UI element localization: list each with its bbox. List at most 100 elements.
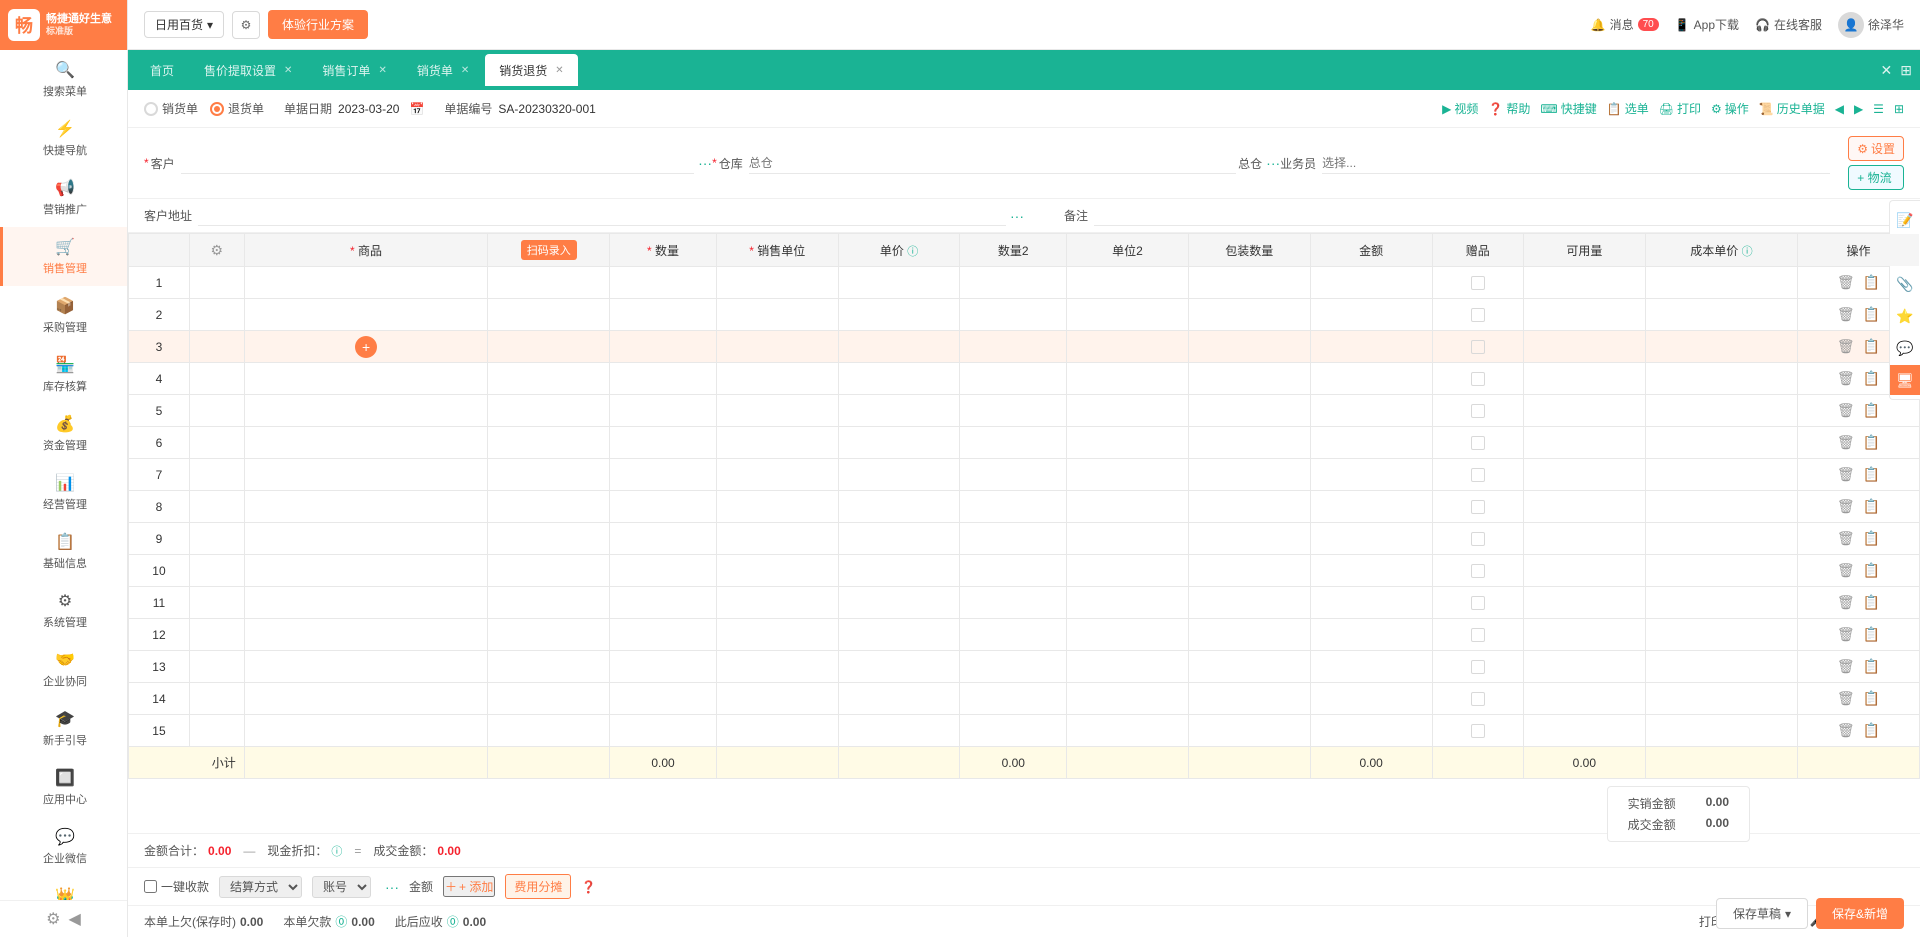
- row-pack-qty[interactable]: [1188, 427, 1310, 459]
- row-unit2[interactable]: [1067, 459, 1189, 491]
- row-unit2[interactable]: [1067, 555, 1189, 587]
- row-unit[interactable]: [716, 299, 838, 331]
- product-input[interactable]: [251, 372, 482, 386]
- gift-checkbox[interactable]: [1471, 404, 1485, 418]
- delete-icon[interactable]: 🗑: [1837, 306, 1855, 323]
- row-amount[interactable]: [1310, 331, 1432, 363]
- row-price[interactable]: [838, 331, 960, 363]
- row-pack-qty[interactable]: [1188, 395, 1310, 427]
- row-gift[interactable]: [1432, 587, 1523, 619]
- row-unit[interactable]: [716, 331, 838, 363]
- row-price[interactable]: [838, 267, 960, 299]
- row-cost-price[interactable]: [1645, 491, 1797, 523]
- sidebar-item-member[interactable]: 👑 畅会员: [0, 876, 127, 900]
- copy-icon[interactable]: 📋: [1863, 562, 1880, 579]
- row-price[interactable]: [838, 299, 960, 331]
- right-tool-note[interactable]: 📝: [1890, 205, 1920, 235]
- row-qty[interactable]: [610, 363, 717, 395]
- row-qty[interactable]: [610, 555, 717, 587]
- settlement-method-select[interactable]: 结算方式: [219, 876, 302, 898]
- row-qty[interactable]: [610, 299, 717, 331]
- sidebar-item-sales[interactable]: 🛒 销售管理: [0, 227, 127, 286]
- delete-icon[interactable]: 🗑: [1837, 658, 1855, 675]
- tab-home[interactable]: 首页: [136, 54, 188, 86]
- row-qty[interactable]: [610, 683, 717, 715]
- delete-icon[interactable]: 🗑: [1837, 562, 1855, 579]
- row-qty[interactable]: [610, 331, 717, 363]
- row-product[interactable]: [244, 491, 488, 523]
- row-gift[interactable]: [1432, 715, 1523, 747]
- window-close-icon[interactable]: ✕: [1881, 62, 1893, 79]
- delete-icon[interactable]: 🗑: [1837, 626, 1855, 643]
- row-product[interactable]: [244, 267, 488, 299]
- row-qty[interactable]: [610, 491, 717, 523]
- row-cost-price[interactable]: [1645, 619, 1797, 651]
- row-unit2[interactable]: [1067, 715, 1189, 747]
- row-qty[interactable]: [610, 395, 717, 427]
- row-amount[interactable]: [1310, 523, 1432, 555]
- nav-prev-icon[interactable]: ◀: [1835, 102, 1844, 116]
- app-download-btn[interactable]: 📱 App下载: [1675, 16, 1739, 33]
- delete-icon[interactable]: 🗑: [1837, 690, 1855, 707]
- row-amount[interactable]: [1310, 459, 1432, 491]
- row-qty2[interactable]: [960, 587, 1067, 619]
- product-input[interactable]: [251, 628, 482, 642]
- gift-checkbox[interactable]: [1471, 724, 1485, 738]
- row-qty2[interactable]: [960, 299, 1067, 331]
- row-available[interactable]: [1523, 459, 1645, 491]
- tab-sale-settings[interactable]: 售价提取设置 ✕: [190, 54, 306, 86]
- row-cost-price[interactable]: [1645, 427, 1797, 459]
- row-gift[interactable]: [1432, 299, 1523, 331]
- row-pack-qty[interactable]: [1188, 715, 1310, 747]
- delete-icon[interactable]: 🗑: [1837, 402, 1855, 419]
- settings-button[interactable]: ⚙ 设置: [1848, 136, 1904, 161]
- staff-input[interactable]: [1322, 153, 1830, 174]
- view-list-icon[interactable]: ☰: [1873, 102, 1884, 116]
- gear-icon[interactable]: ⚙: [211, 242, 224, 258]
- row-qty[interactable]: [610, 651, 717, 683]
- gift-checkbox[interactable]: [1471, 500, 1485, 514]
- gift-checkbox[interactable]: [1471, 660, 1485, 674]
- row-gift[interactable]: [1432, 331, 1523, 363]
- row-product[interactable]: [244, 299, 488, 331]
- gift-checkbox[interactable]: [1471, 308, 1485, 322]
- row-unit2[interactable]: [1067, 491, 1189, 523]
- row-qty[interactable]: [610, 267, 717, 299]
- row-amount[interactable]: [1310, 619, 1432, 651]
- row-available[interactable]: [1523, 363, 1645, 395]
- copy-icon[interactable]: 📋: [1863, 530, 1880, 547]
- row-cost-price[interactable]: [1645, 523, 1797, 555]
- row-available[interactable]: [1523, 555, 1645, 587]
- row-price[interactable]: [838, 363, 960, 395]
- customer-more-icon[interactable]: ···: [698, 155, 712, 171]
- row-cost-price[interactable]: [1645, 299, 1797, 331]
- copy-icon[interactable]: 📋: [1863, 626, 1880, 643]
- product-input[interactable]: [251, 404, 482, 418]
- row-price[interactable]: [838, 395, 960, 427]
- row-qty2[interactable]: [960, 651, 1067, 683]
- row-available[interactable]: [1523, 395, 1645, 427]
- copy-icon[interactable]: 📋: [1863, 274, 1880, 291]
- row-unit[interactable]: [716, 427, 838, 459]
- row-price[interactable]: [838, 491, 960, 523]
- row-qty2[interactable]: [960, 523, 1067, 555]
- row-pack-qty[interactable]: [1188, 683, 1310, 715]
- row-cost-price[interactable]: [1645, 267, 1797, 299]
- row-price[interactable]: [838, 619, 960, 651]
- row-gift[interactable]: [1432, 491, 1523, 523]
- row-unit[interactable]: [716, 395, 838, 427]
- row-product[interactable]: [244, 459, 488, 491]
- row-gift[interactable]: [1432, 523, 1523, 555]
- row-pack-qty[interactable]: [1188, 331, 1310, 363]
- sidebar-item-purchase[interactable]: 📦 采购管理: [0, 286, 127, 345]
- row-cost-price[interactable]: [1645, 459, 1797, 491]
- row-product[interactable]: [244, 715, 488, 747]
- row-qty[interactable]: [610, 715, 717, 747]
- remark-input[interactable]: [1094, 205, 1904, 226]
- row-price[interactable]: [838, 651, 960, 683]
- row-gift[interactable]: [1432, 619, 1523, 651]
- row-qty2[interactable]: [960, 619, 1067, 651]
- product-input[interactable]: [251, 276, 482, 290]
- sidebar-item-guide[interactable]: 🎓 新手引导: [0, 699, 127, 758]
- row-product[interactable]: [244, 363, 488, 395]
